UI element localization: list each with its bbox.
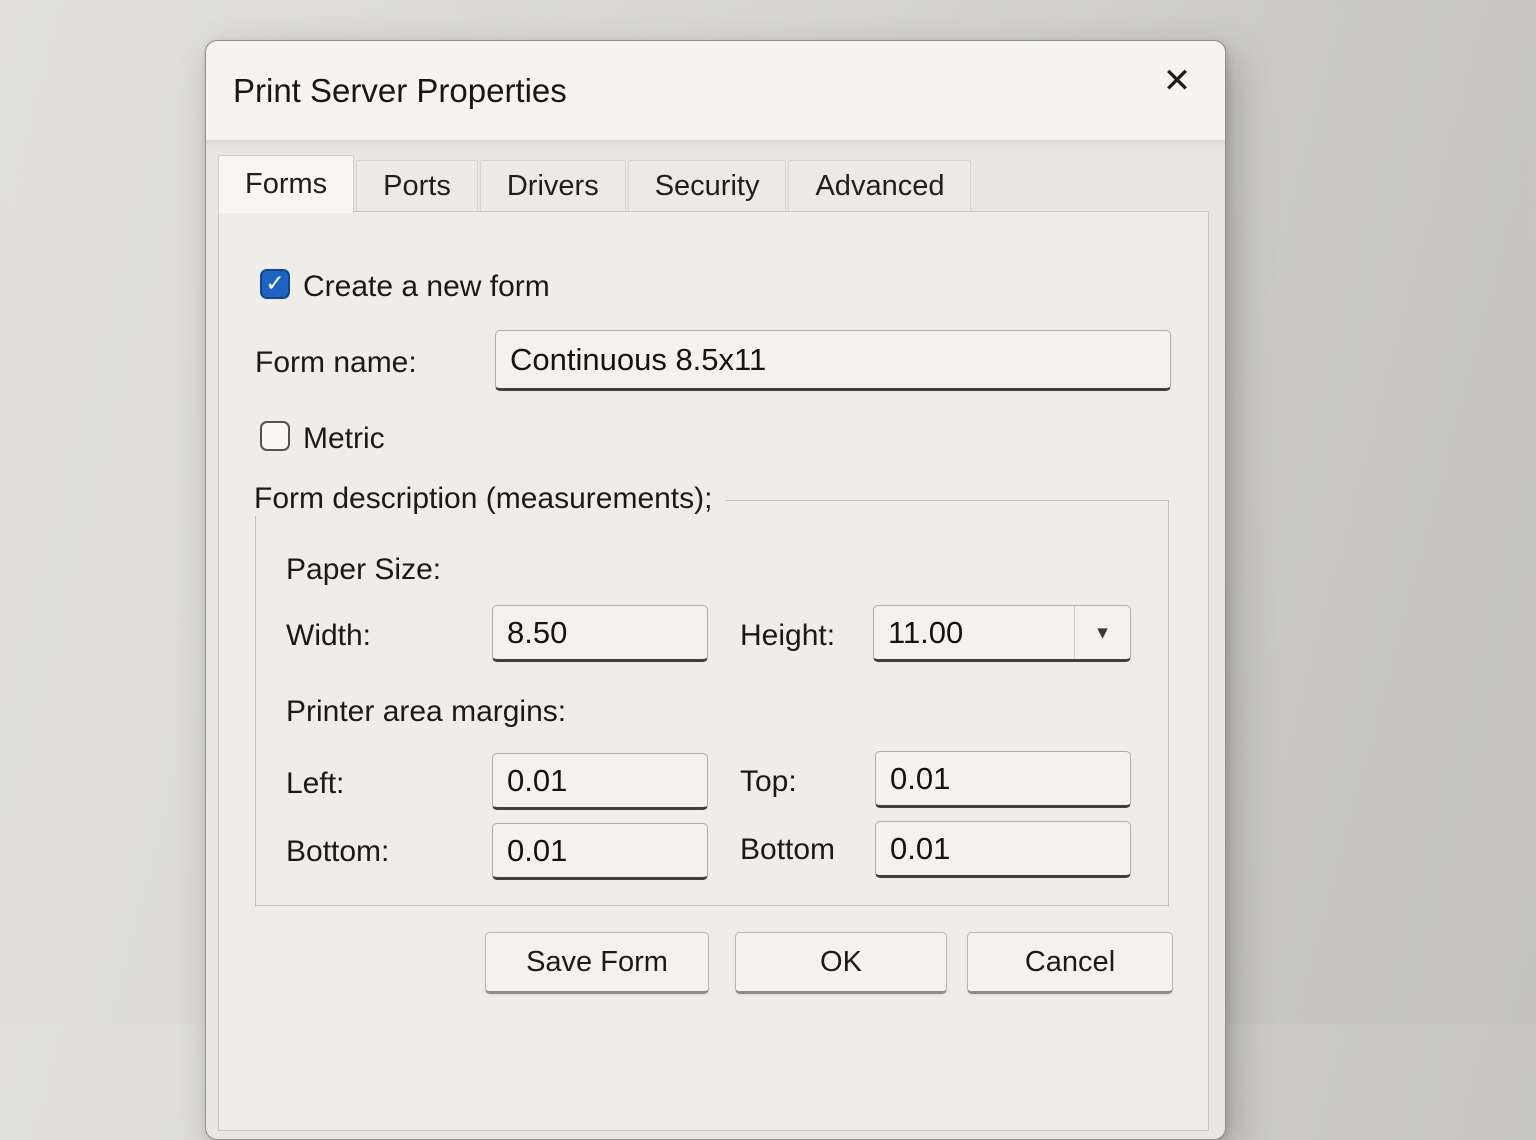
top-margin-input[interactable] bbox=[875, 751, 1131, 808]
cancel-button[interactable]: Cancel bbox=[967, 932, 1173, 994]
left-margin-label: Left: bbox=[286, 767, 345, 800]
bottom-right-margin-label: Bottom bbox=[740, 833, 836, 866]
create-form-label[interactable]: Create a new form bbox=[303, 270, 550, 304]
top-margin-label: Top: bbox=[740, 765, 797, 798]
check-icon: ✓ bbox=[265, 269, 285, 296]
save-form-button[interactable]: Save Form bbox=[485, 932, 709, 994]
form-description-groupbox: Form description (measurements); Paper S… bbox=[254, 482, 1169, 906]
dialog-titlebar[interactable]: Print Server Properties ✕ bbox=[206, 41, 1225, 141]
tab-strip: Forms Ports Drivers Security Advanced bbox=[218, 154, 1207, 213]
tab-ports[interactable]: Ports bbox=[356, 160, 478, 212]
print-server-properties-dialog: Print Server Properties ✕ Forms Ports Dr… bbox=[205, 40, 1226, 1140]
paper-size-label: Paper Size: bbox=[286, 553, 442, 586]
width-input[interactable] bbox=[492, 605, 708, 662]
height-input[interactable] bbox=[874, 606, 1074, 659]
bottom-right-margin-input[interactable] bbox=[875, 821, 1131, 878]
bottom-left-margin-label: Bottom: bbox=[286, 835, 390, 868]
form-description-legend: Form description (measurements); bbox=[254, 482, 727, 516]
form-name-input[interactable] bbox=[495, 330, 1171, 391]
close-button[interactable]: ✕ bbox=[1151, 55, 1203, 107]
height-combobox[interactable]: ▾ bbox=[873, 605, 1131, 662]
metric-checkbox[interactable] bbox=[260, 421, 290, 451]
dialog-title: Print Server Properties bbox=[233, 71, 567, 109]
create-form-checkbox[interactable]: ✓ bbox=[260, 269, 290, 299]
left-margin-input[interactable] bbox=[492, 753, 708, 810]
tab-drivers[interactable]: Drivers bbox=[479, 160, 626, 212]
close-icon: ✕ bbox=[1162, 62, 1192, 100]
tab-security[interactable]: Security bbox=[627, 160, 787, 212]
form-name-label: Form name: bbox=[255, 346, 417, 379]
metric-label[interactable]: Metric bbox=[303, 422, 385, 456]
chevron-down-icon: ▾ bbox=[1097, 621, 1108, 644]
width-label: Width: bbox=[286, 619, 372, 652]
ok-button[interactable]: OK bbox=[735, 932, 947, 994]
printer-margins-label: Printer area margins: bbox=[286, 695, 567, 728]
bottom-left-margin-input[interactable] bbox=[492, 823, 708, 880]
forms-tab-panel: ✓ Create a new form Form name: Metric Fo… bbox=[218, 211, 1209, 1131]
tab-forms[interactable]: Forms bbox=[218, 155, 355, 213]
height-label: Height: bbox=[740, 619, 836, 652]
height-dropdown-button[interactable]: ▾ bbox=[1074, 606, 1130, 659]
tab-advanced[interactable]: Advanced bbox=[788, 160, 972, 212]
